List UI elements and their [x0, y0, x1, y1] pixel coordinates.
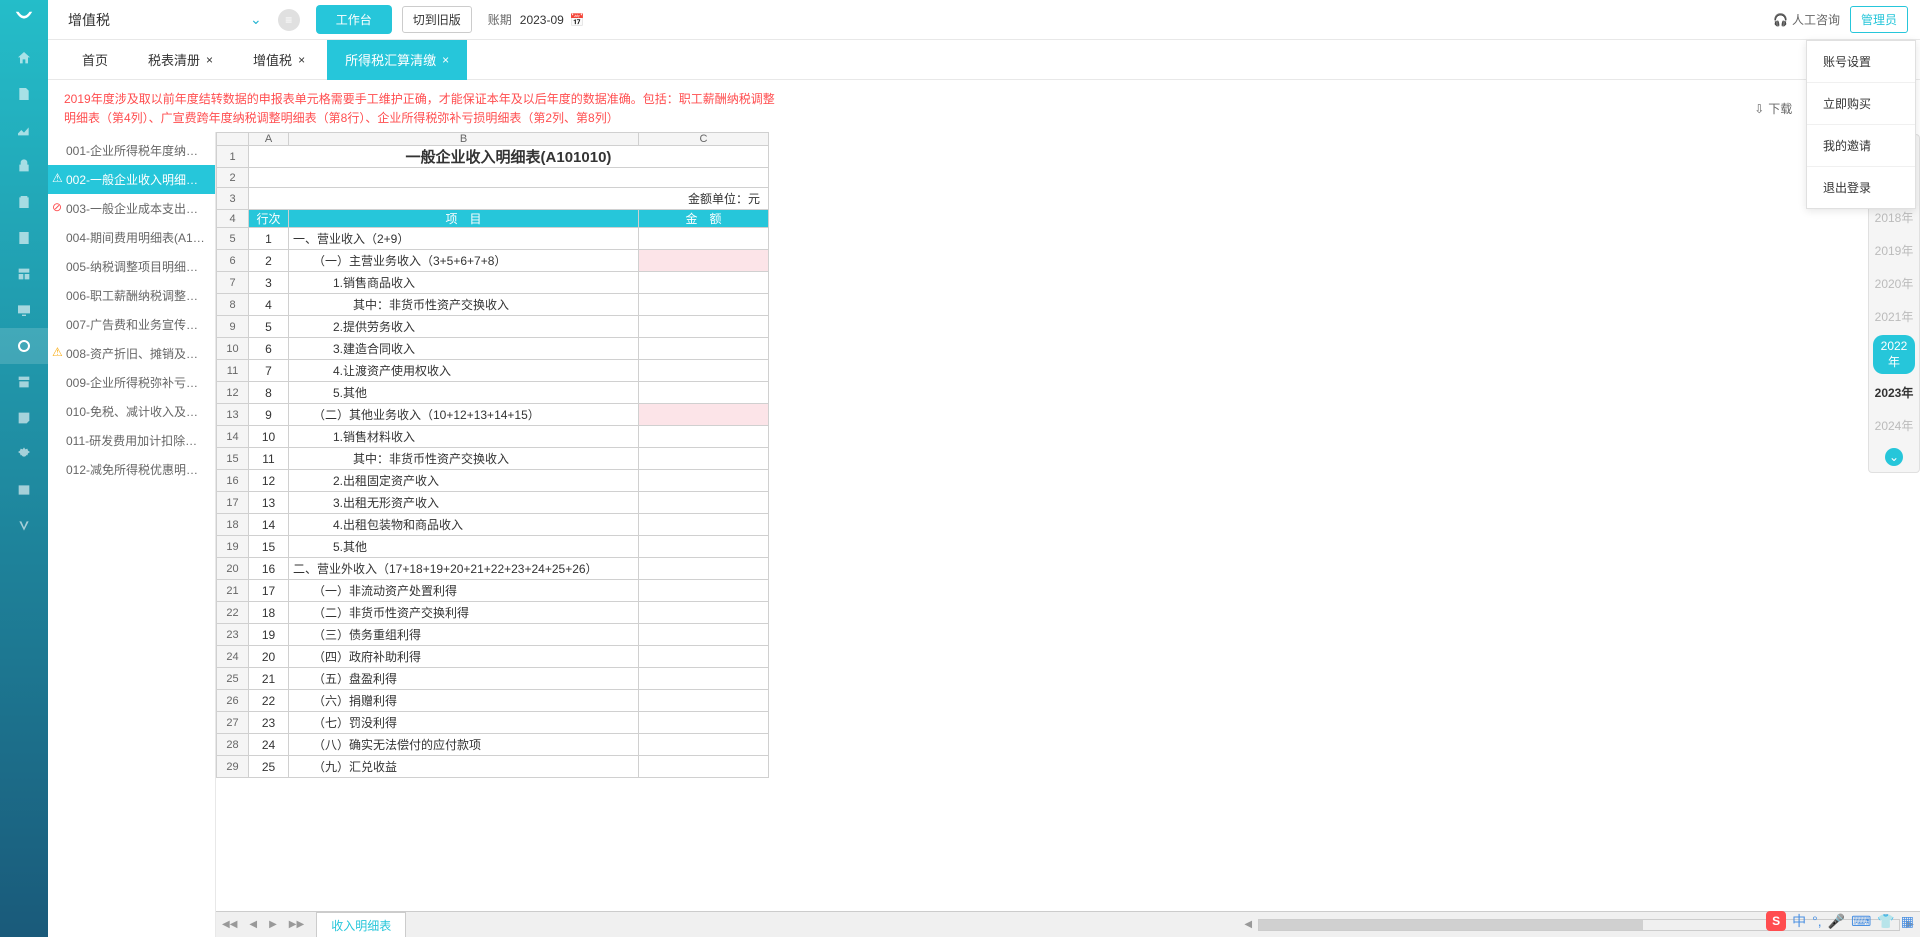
tree-item[interactable]: 009-企业所得税弥补亏损明...: [48, 368, 215, 397]
admin-button[interactable]: 管理员: [1850, 6, 1908, 33]
title-dropdown-icon[interactable]: ⌄: [250, 11, 262, 28]
nav-screen[interactable]: [0, 292, 48, 328]
tab-close-icon[interactable]: ×: [442, 53, 449, 67]
nav-chart[interactable]: [0, 112, 48, 148]
nav-tax[interactable]: [0, 328, 48, 364]
warn-icon: ⚠: [52, 171, 63, 185]
tree-item[interactable]: 006-职工薪酬纳税调整明细...: [48, 281, 215, 310]
warn-icon: ⚠: [52, 345, 63, 359]
tree-item[interactable]: 012-减免所得税优惠明细表(...: [48, 455, 215, 484]
tab-增值税[interactable]: 增值税×: [235, 40, 323, 80]
nav-archive[interactable]: [0, 364, 48, 400]
notice-bar: 2019年度涉及取以前年度结转数据的申报表单元格需要手工维护正确，才能保证本年及…: [48, 80, 1920, 132]
ime-bar: S 中 °, 🎤 ⌨ 👕 ▦: [1766, 911, 1914, 931]
ime-grid-icon[interactable]: ▦: [1901, 913, 1914, 930]
notice-text: 2019年度涉及取以前年度结转数据的申报表单元格需要手工维护正确，才能保证本年及…: [64, 90, 784, 128]
user-menu-立即购买[interactable]: 立即购买: [1807, 83, 1915, 125]
user-dropdown-menu: 账号设置立即购买我的邀请退出登录: [1806, 40, 1916, 209]
tab-税表清册[interactable]: 税表清册×: [130, 40, 231, 80]
err-icon: ⊘: [52, 200, 62, 214]
left-sidebar: [0, 0, 48, 937]
nav-template[interactable]: [0, 256, 48, 292]
period-value[interactable]: 2023-09: [520, 13, 564, 27]
tree-item[interactable]: 001-企业所得税年度纳税申...: [48, 136, 215, 165]
app-title: 增值税: [68, 10, 110, 30]
tree-item[interactable]: 010-免税、减计收入及加计...: [48, 397, 215, 426]
ime-lang[interactable]: 中: [1792, 911, 1806, 931]
sheet-tabs-bar: ◀◀ ◀ ▶ ▶▶ 收入明细表 ◀ ▶: [216, 911, 1920, 937]
year-2019年[interactable]: 2019年: [1869, 234, 1919, 267]
tab-close-icon[interactable]: ×: [298, 53, 305, 67]
user-menu-我的邀请[interactable]: 我的邀请: [1807, 125, 1915, 167]
sheet-tab[interactable]: 收入明细表: [316, 912, 406, 937]
workbench-button[interactable]: 工作台: [316, 5, 392, 34]
old-version-button[interactable]: 切到旧版: [402, 6, 472, 33]
topbar: 增值税 ⌄ ≡ 工作台 切到旧版 账期 2023-09 📅 🎧 人工咨询 管理员: [48, 0, 1920, 40]
nav-video[interactable]: [0, 472, 48, 508]
user-menu-账号设置[interactable]: 账号设置: [1807, 41, 1915, 83]
consult-button[interactable]: 🎧 人工咨询: [1773, 11, 1840, 28]
nav-inbox[interactable]: [0, 400, 48, 436]
period-label: 账期: [488, 11, 512, 28]
ime-mic-icon[interactable]: 🎤: [1828, 913, 1845, 930]
ime-keyboard-icon[interactable]: ⌨: [1851, 913, 1871, 930]
tab-首页[interactable]: 首页: [64, 40, 126, 80]
ime-punct[interactable]: °,: [1812, 913, 1822, 929]
tree-item[interactable]: 007-广告费和业务宣传费跨...: [48, 310, 215, 339]
logo-icon: [0, 0, 48, 40]
nav-money[interactable]: [0, 148, 48, 184]
tree-item[interactable]: ⊘003-一般企业成本支出明细...: [48, 194, 215, 223]
form-tree: 001-企业所得税年度纳税申...⚠002-一般企业收入明细表(A1...⊘00…: [48, 132, 216, 937]
tree-item[interactable]: 011-研发费用加计扣除优惠...: [48, 426, 215, 455]
spreadsheet[interactable]: ABC1一般企业收入明细表(A101010)23金额单位：元4行次项 目金 额5…: [216, 132, 1920, 911]
nav-doc[interactable]: [0, 76, 48, 112]
tree-item[interactable]: 004-期间费用明细表(A1040...: [48, 223, 215, 252]
toggle-icon[interactable]: ≡: [278, 9, 300, 31]
year-2021年[interactable]: 2021年: [1869, 300, 1919, 333]
nav-home[interactable]: [0, 40, 48, 76]
nav-calc[interactable]: [0, 220, 48, 256]
ime-badge[interactable]: S: [1766, 911, 1786, 931]
download-icon: ⇩: [1754, 100, 1764, 119]
sheet-nav-next[interactable]: ▶: [263, 919, 283, 930]
sheet-nav-last[interactable]: ▶▶: [283, 919, 310, 930]
tree-item[interactable]: ⚠008-资产折旧、摊销及纳税...: [48, 339, 215, 368]
tab-close-icon[interactable]: ×: [206, 53, 213, 67]
sheet-nav-first[interactable]: ◀◀: [216, 919, 243, 930]
nav-settings[interactable]: [0, 436, 48, 472]
tree-item[interactable]: 005-纳税调整项目明细表(A1...: [48, 252, 215, 281]
tab-所得税汇算清缴[interactable]: 所得税汇算清缴×: [327, 40, 467, 80]
year-2020年[interactable]: 2020年: [1869, 267, 1919, 300]
user-menu-退出登录[interactable]: 退出登录: [1807, 167, 1915, 208]
tree-item[interactable]: ⚠002-一般企业收入明细表(A1...: [48, 165, 215, 194]
ime-shirt-icon[interactable]: 👕: [1877, 913, 1894, 930]
year-2024年[interactable]: 2024年: [1869, 409, 1919, 442]
headset-icon: 🎧: [1773, 13, 1788, 27]
nav-v[interactable]: [0, 508, 48, 544]
download-button[interactable]: ⇩下载: [1754, 90, 1792, 128]
nav-clipboard[interactable]: [0, 184, 48, 220]
year-2022年[interactable]: 2022年: [1873, 335, 1915, 374]
tabs-bar: 首页税表清册×增值税×所得税汇算清缴×: [48, 40, 1920, 80]
year-2023年[interactable]: 2023年: [1869, 376, 1919, 409]
sheet-nav-prev[interactable]: ◀: [243, 919, 263, 930]
year-more-icon[interactable]: ⌄: [1885, 448, 1903, 466]
calendar-icon[interactable]: 📅: [570, 13, 585, 27]
